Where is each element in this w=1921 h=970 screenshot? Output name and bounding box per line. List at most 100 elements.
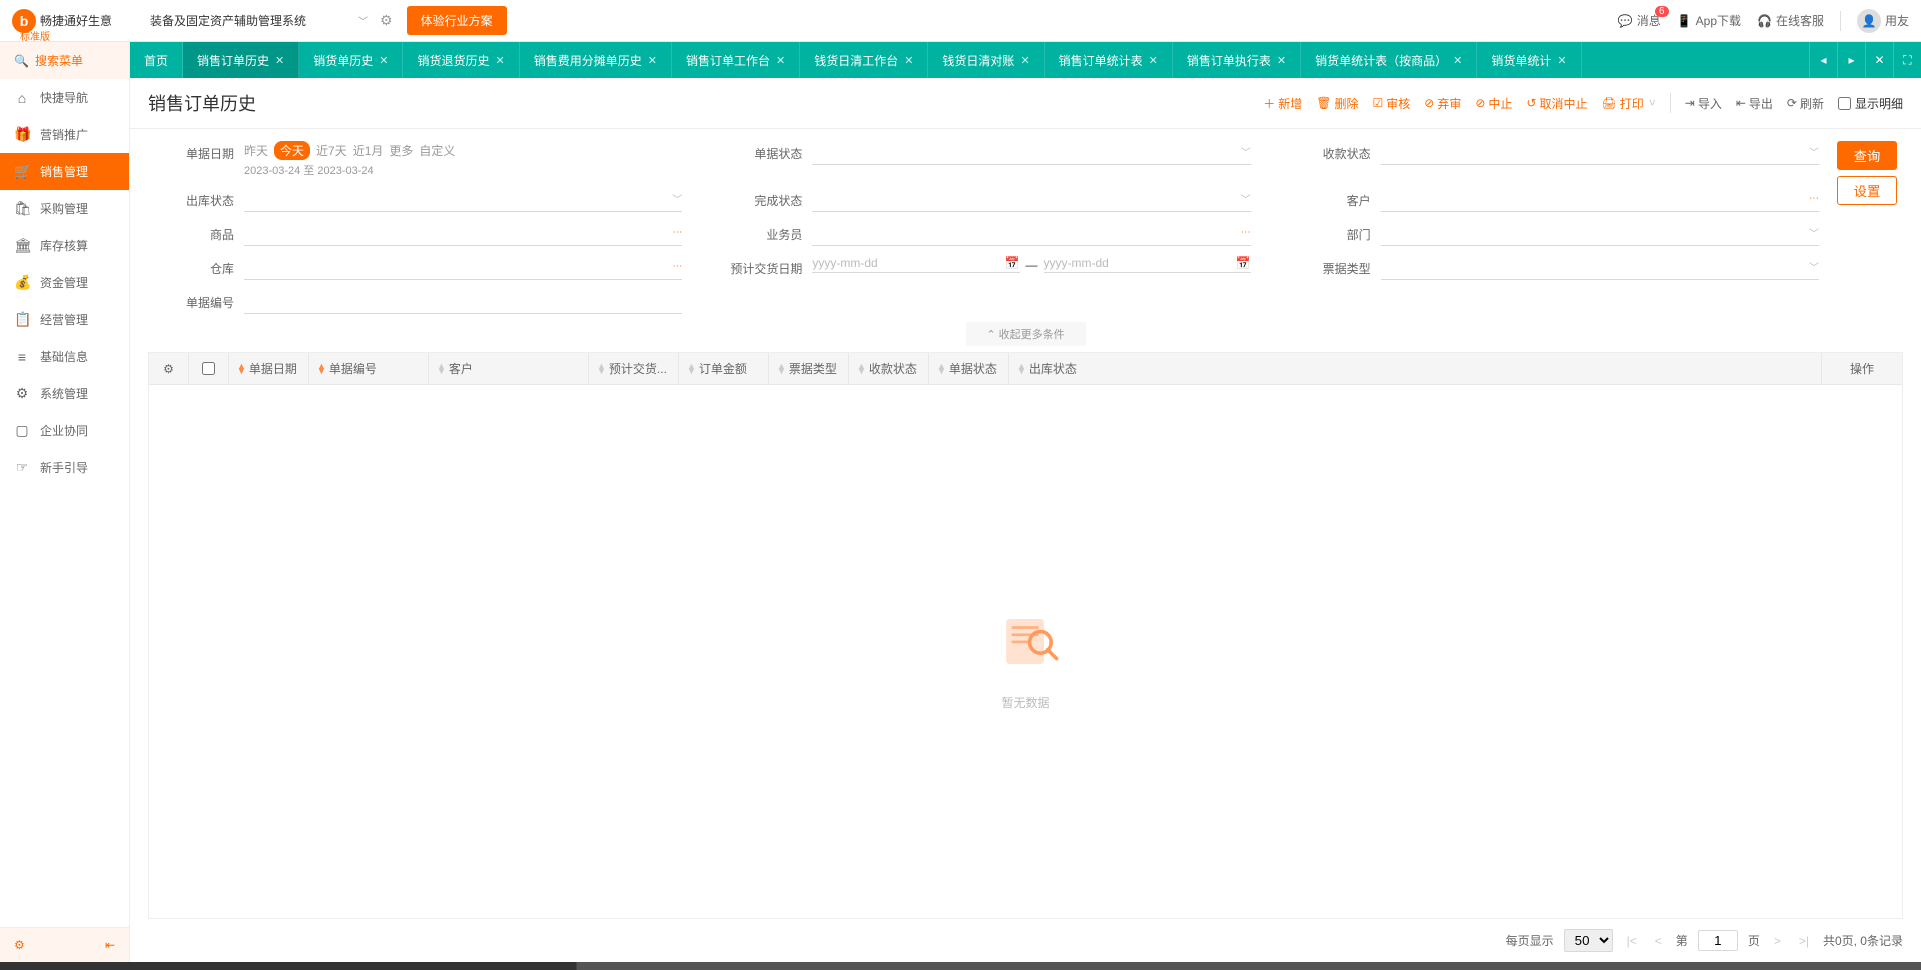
table-column-header[interactable]: ▲▼票据类型	[769, 353, 849, 384]
sidebar-item[interactable]: 💰资金管理	[0, 264, 129, 301]
sidebar-item[interactable]: 📋经营管理	[0, 301, 129, 338]
close-icon[interactable]: ✕	[904, 54, 913, 67]
pay-select[interactable]: ﹀	[1381, 141, 1819, 165]
close-icon[interactable]: ✕	[496, 54, 505, 67]
sidebar-item[interactable]: ▢企业协同	[0, 412, 129, 449]
table-column-header[interactable]: ▲▼预计交货...	[589, 353, 679, 384]
customer-picker[interactable]: ⋯	[1381, 188, 1819, 212]
app-download-link[interactable]: 📱 App下载	[1677, 12, 1741, 29]
gear-icon[interactable]: ⚙	[380, 12, 393, 29]
sidebar-item[interactable]: 🛍采购管理	[0, 190, 129, 227]
close-icon[interactable]: ✕	[1020, 54, 1029, 67]
col-checkbox[interactable]	[189, 353, 229, 384]
date-pill[interactable]: 近7天	[316, 142, 347, 159]
goods-picker[interactable]: ⋯	[244, 222, 682, 246]
close-icon[interactable]: ✕	[1453, 54, 1462, 67]
date-pill[interactable]: 自定义	[419, 142, 455, 159]
tab-scroll-right[interactable]: ▸	[1837, 42, 1865, 78]
tab-close-all[interactable]: ✕	[1865, 42, 1893, 78]
tab[interactable]: 钱货日清工作台✕	[800, 42, 928, 78]
select-all-checkbox[interactable]	[202, 362, 215, 375]
page-prev[interactable]: <	[1651, 934, 1666, 948]
action-audit[interactable]: ☑审核	[1372, 95, 1410, 112]
tab[interactable]: 钱货日清对账✕	[928, 42, 1044, 78]
action-abandon[interactable]: ⊘弃审	[1424, 95, 1461, 112]
sidebar-item[interactable]: ⌂快捷导航	[0, 79, 129, 116]
close-icon[interactable]: ✕	[1557, 54, 1566, 67]
sidebar-item[interactable]: ≡基础信息	[0, 338, 129, 375]
try-industry-button[interactable]: 体验行业方案	[407, 6, 507, 35]
online-service-link[interactable]: 🎧 在线客服	[1757, 12, 1824, 29]
date-pill[interactable]: 昨天	[244, 142, 268, 159]
action-delete[interactable]: 🗑删除	[1316, 95, 1358, 112]
tab[interactable]: 销售订单工作台✕	[672, 42, 800, 78]
tab[interactable]: 销售订单统计表✕	[1045, 42, 1173, 78]
action-unstop[interactable]: ↺取消中止	[1526, 95, 1587, 112]
est-date-from[interactable]: yyyy-mm-dd📅	[812, 256, 1019, 273]
action-export[interactable]: ⇤导出	[1736, 95, 1773, 112]
tab[interactable]: 销售费用分摊单历史✕	[520, 42, 672, 78]
code-input[interactable]	[244, 290, 682, 314]
sidebar-item[interactable]: ☞新手引导	[0, 449, 129, 486]
sidebar-item[interactable]: 🛒销售管理	[0, 153, 129, 190]
date-pill[interactable]: 近1月	[353, 142, 384, 159]
est-date-to[interactable]: yyyy-mm-dd📅	[1044, 256, 1251, 273]
table-column-header[interactable]: ▲▼单据状态	[929, 353, 1009, 384]
table-column-header[interactable]: ▲▼单据编号	[309, 353, 429, 384]
page-size-select[interactable]: 50	[1564, 929, 1613, 952]
out-select[interactable]: ﹀	[244, 188, 682, 212]
date-pill[interactable]: 更多	[389, 142, 413, 159]
table-column-header[interactable]: ▲▼出库状态	[1009, 353, 1822, 384]
search-button[interactable]: 查询	[1837, 141, 1897, 170]
page-last[interactable]: >|	[1795, 934, 1813, 948]
tab[interactable]: 销售订单执行表✕	[1173, 42, 1301, 78]
sidebar-search[interactable]: 🔍 搜索菜单	[0, 42, 129, 79]
table-column-header[interactable]: ▲▼订单金额	[679, 353, 769, 384]
warehouse-picker[interactable]: ⋯	[244, 256, 682, 280]
tab-scroll-left[interactable]: ◂	[1809, 42, 1837, 78]
action-detail-toggle[interactable]: 显示明细	[1838, 95, 1903, 112]
action-add[interactable]: ＋新增	[1263, 95, 1302, 112]
close-icon[interactable]: ✕	[275, 54, 284, 67]
table-column-header[interactable]: ▲▼客户	[429, 353, 589, 384]
tab[interactable]: 销货单统计表（按商品）✕	[1301, 42, 1477, 78]
page-next[interactable]: >	[1770, 934, 1785, 948]
col-gear[interactable]: ⚙	[149, 353, 189, 384]
ticket-type-select[interactable]: ﹀	[1381, 256, 1819, 280]
close-icon[interactable]: ✕	[1149, 54, 1158, 67]
tab[interactable]: 销售订单历史✕	[183, 42, 299, 78]
settings-icon[interactable]: ⚙	[14, 938, 25, 952]
sidebar-item[interactable]: ⚙系统管理	[0, 375, 129, 412]
sidebar-item[interactable]: 🎁营销推广	[0, 116, 129, 153]
tab[interactable]: 首页	[130, 42, 183, 78]
close-icon[interactable]: ✕	[379, 54, 388, 67]
done-select[interactable]: ﹀	[812, 188, 1250, 212]
table-column-header[interactable]: ▲▼单据日期	[229, 353, 309, 384]
status-select[interactable]: ﹀	[812, 141, 1250, 165]
action-print[interactable]: 🖨打印˅	[1601, 95, 1655, 112]
page-first[interactable]: |<	[1623, 934, 1641, 948]
settings-button[interactable]: 设置	[1837, 176, 1897, 205]
dept-select[interactable]: ﹀	[1381, 222, 1819, 246]
tab-fullscreen[interactable]: ⛶	[1893, 42, 1921, 78]
messages-link[interactable]: 💬 消息 6	[1618, 12, 1661, 29]
close-icon[interactable]: ✕	[776, 54, 785, 67]
action-stop[interactable]: ⊘中止	[1475, 95, 1512, 112]
system-select[interactable]: 装备及固定资产辅助管理系统 ﹀ ⚙	[150, 12, 393, 29]
close-icon[interactable]: ✕	[648, 54, 657, 67]
sidebar-item[interactable]: 🏛库存核算	[0, 227, 129, 264]
detail-checkbox[interactable]	[1838, 97, 1851, 110]
tab[interactable]: 销货单统计✕	[1477, 42, 1581, 78]
action-refresh[interactable]: ⟳刷新	[1787, 95, 1824, 112]
close-icon[interactable]: ✕	[1277, 54, 1286, 67]
table-column-header[interactable]: ▲▼收款状态	[849, 353, 929, 384]
collapse-icon[interactable]: ⇤	[105, 938, 115, 952]
action-import[interactable]: ⇥导入	[1685, 95, 1722, 112]
salesman-picker[interactable]: ⋯	[812, 222, 1250, 246]
date-pill[interactable]: 今天	[274, 141, 310, 160]
tab[interactable]: 销货单历史✕	[299, 42, 403, 78]
tab[interactable]: 销货退货历史✕	[403, 42, 519, 78]
collapse-filters[interactable]: ⌃ 收起更多条件	[966, 322, 1086, 346]
page-input[interactable]	[1698, 930, 1738, 951]
user-menu[interactable]: 👤 用友	[1857, 9, 1909, 33]
